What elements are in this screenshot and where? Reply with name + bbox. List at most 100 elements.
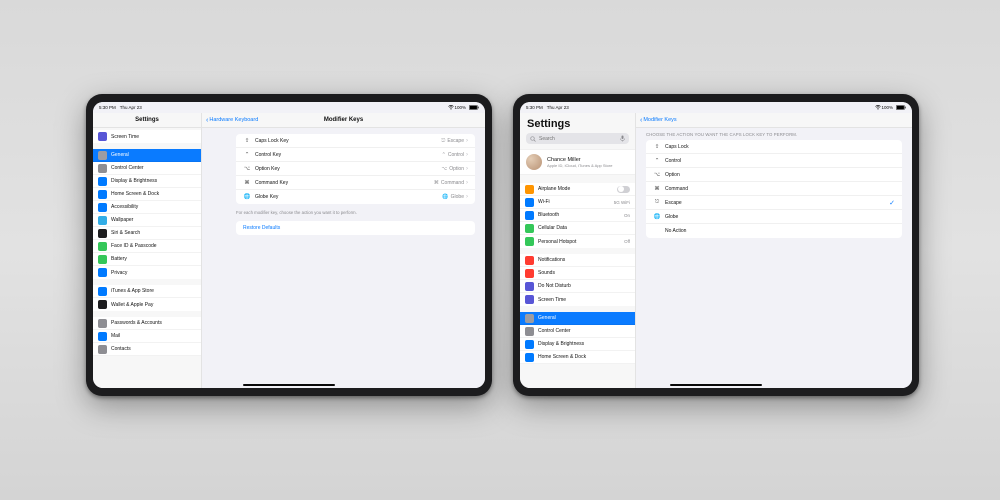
key-row-option-key[interactable]: ⌥Option Key⌥Option› — [236, 162, 475, 176]
profile-sub: Apple ID, iCloud, iTunes & App Store — [547, 163, 612, 168]
sidebar-item-general[interactable]: General — [93, 149, 201, 162]
sidebar-item-contacts[interactable]: Contacts — [93, 343, 201, 356]
sidebar-item-airplane-mode[interactable]: Airplane Mode — [520, 183, 635, 196]
restore-defaults-button[interactable]: Restore Defaults — [236, 221, 475, 235]
sidebar-item-label: Battery — [111, 256, 127, 262]
sidebar-item-control-center[interactable]: Control Center — [93, 162, 201, 175]
sidebar-item-home-screen-dock[interactable]: Home Screen & Dock — [93, 188, 201, 201]
key-glyph-icon: ⇪ — [243, 138, 251, 144]
status-date: Thu Apr 23 — [120, 105, 142, 110]
sidebar-item-home-screen-dock[interactable]: Home Screen & Dock — [520, 351, 635, 364]
sidebar-item-screen-time[interactable]: Screen Time — [93, 130, 201, 143]
sidebar-item-personal-hotspot[interactable]: Personal HotspotOff — [520, 235, 635, 248]
row-value: ⌃Control› — [442, 152, 468, 158]
key-row-command-key[interactable]: ⌘Command Key⌘Command› — [236, 176, 475, 190]
sidebar-item-label: Wi-Fi — [538, 199, 550, 205]
sidebar-icon — [525, 327, 534, 336]
sidebar-item-do-not-disturb[interactable]: Do Not Disturb — [520, 280, 635, 293]
apple-id-profile[interactable]: Chance Miller Apple ID, iCloud, iTunes &… — [520, 149, 635, 175]
group-caption: CHOOSE THE ACTION YOU WANT THE CAPS LOCK… — [646, 132, 902, 137]
page-title: Settings — [93, 113, 201, 128]
sidebar-icon — [525, 256, 534, 265]
status-bar: 5:30 PM Thu Apr 23 100% — [520, 102, 912, 113]
key-glyph-icon: ⌘ — [243, 180, 251, 186]
sidebar-item-wallet-apple-pay[interactable]: Wallet & Apple Pay — [93, 298, 201, 311]
sidebar-item-label: Control Center — [538, 328, 571, 334]
detail-nav: ‹ Hardware Keyboard Modifier Keys — [202, 113, 485, 128]
key-row-escape[interactable]: ⎋Escape✓ — [646, 196, 902, 210]
chevron-right-icon: › — [466, 152, 468, 158]
sidebar-item-itunes-app-store[interactable]: iTunes & App Store — [93, 285, 201, 298]
page-title: Settings — [520, 113, 635, 133]
sidebar-item-accessibility[interactable]: Accessibility — [93, 201, 201, 214]
sidebar-item-label: General — [111, 152, 129, 158]
sidebar-item-label: Notifications — [538, 257, 565, 263]
status-time: 5:30 PM — [526, 105, 543, 110]
sidebar-item-screen-time[interactable]: Screen Time — [520, 293, 635, 306]
sidebar-item-battery[interactable]: Battery — [93, 253, 201, 266]
search-field[interactable] — [539, 136, 617, 142]
toggle-switch[interactable] — [617, 186, 630, 193]
microphone-icon[interactable] — [620, 135, 625, 142]
key-row-control[interactable]: ⌃Control — [646, 154, 902, 168]
sidebar-icon — [98, 300, 107, 309]
sidebar-item-display-brightness[interactable]: Display & Brightness — [520, 338, 635, 351]
back-button[interactable]: ‹ Hardware Keyboard — [206, 117, 258, 124]
sidebar-item-label: Display & Brightness — [538, 341, 584, 347]
key-glyph-icon: 🌐 — [243, 194, 251, 200]
avatar — [526, 154, 542, 170]
row-label: Globe Key — [255, 194, 278, 200]
back-button[interactable]: ‹ Modifier Keys — [640, 117, 677, 124]
sidebar-icon — [525, 295, 534, 304]
sidebar-icon — [98, 345, 107, 354]
row-label: Escape — [665, 200, 682, 206]
settings-sidebar-right: Settings Chance Miller — [520, 113, 636, 388]
key-row-control-key[interactable]: ⌃Control Key⌃Control› — [236, 148, 475, 162]
sidebar-item-face-id-passcode[interactable]: Face ID & Passcode — [93, 240, 201, 253]
sidebar-item-label: Wallpaper — [111, 217, 133, 223]
sidebar-icon — [98, 332, 107, 341]
sidebar-item-sounds[interactable]: Sounds — [520, 267, 635, 280]
sidebar-item-label: General — [538, 315, 556, 321]
row-label: Option Key — [255, 166, 280, 172]
sidebar-item-general[interactable]: General — [520, 312, 635, 325]
battery-pct: 100% — [454, 105, 466, 110]
sidebar-item-label: Wallet & Apple Pay — [111, 302, 153, 308]
key-row-globe-key[interactable]: 🌐Globe Key🌐Globe› — [236, 190, 475, 204]
sidebar-item-privacy[interactable]: Privacy — [93, 266, 201, 279]
key-row-option[interactable]: ⌥Option — [646, 168, 902, 182]
sidebar-icon — [525, 224, 534, 233]
sidebar-item-wi-fi[interactable]: Wi-Fi 5G WiFi — [520, 196, 635, 209]
sidebar-item-siri-search[interactable]: Siri & Search — [93, 227, 201, 240]
sidebar-item-control-center[interactable]: Control Center — [520, 325, 635, 338]
key-row-command[interactable]: ⌘ Command — [646, 182, 902, 196]
sidebar-icon — [98, 151, 107, 160]
sidebar-item-mail[interactable]: Mail — [93, 330, 201, 343]
battery-icon — [469, 105, 479, 110]
sidebar-item-wallpaper[interactable]: Wallpaper — [93, 214, 201, 227]
row-label: Globe — [665, 214, 678, 220]
key-glyph-icon: ⌘ — [653, 186, 661, 192]
home-indicator[interactable] — [243, 384, 335, 386]
key-row-caps-lock-key[interactable]: ⇪Caps Lock Key⎋Escape› — [236, 134, 475, 148]
chevron-right-icon: › — [466, 138, 468, 144]
sidebar-icon — [525, 314, 534, 323]
row-label: Command Key — [255, 180, 288, 186]
sidebar-item-notifications[interactable]: Notifications — [520, 254, 635, 267]
sidebar-icon — [98, 229, 107, 238]
sidebar-item-label: Do Not Disturb — [538, 283, 571, 289]
home-indicator[interactable] — [670, 384, 762, 386]
sidebar-item-cellular-data[interactable]: Cellular Data — [520, 222, 635, 235]
action-group: ⇪Caps Lock⌃Control⌥Option ⌘ Command ⎋ Escape… — [646, 140, 902, 238]
sidebar-item-display-brightness[interactable]: Display & Brightness — [93, 175, 201, 188]
row-label: Command — [665, 186, 688, 192]
chevron-right-icon: › — [466, 166, 468, 172]
sidebar-item-bluetooth[interactable]: BluetoothOn — [520, 209, 635, 222]
sidebar-item-value: 5G WiFi — [614, 200, 630, 205]
sidebar-item-passwords-accounts[interactable]: Passwords & Accounts — [93, 317, 201, 330]
key-row-globe[interactable]: 🌐Globe — [646, 210, 902, 224]
search-input[interactable] — [526, 133, 629, 144]
key-glyph-icon: ⎋ — [653, 199, 661, 206]
key-row-caps-lock[interactable]: ⇪Caps Lock — [646, 140, 902, 154]
key-row-no-action[interactable]: No Action — [646, 224, 902, 238]
